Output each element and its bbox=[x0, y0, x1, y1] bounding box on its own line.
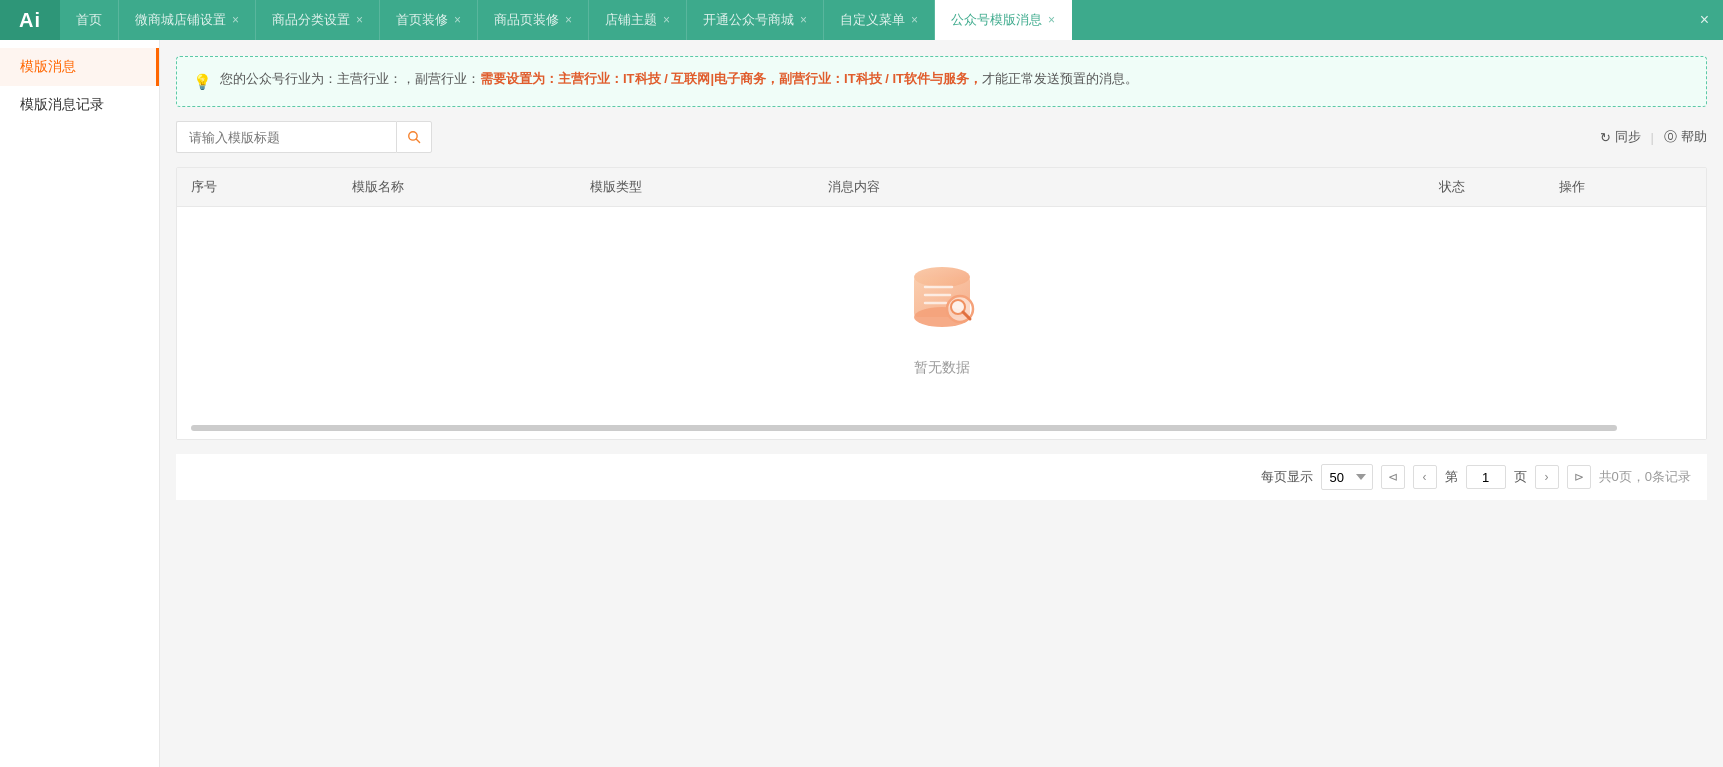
col-header-index: 序号 bbox=[177, 168, 338, 207]
svg-line-1 bbox=[416, 139, 420, 143]
page-suffix: 页 bbox=[1514, 468, 1527, 486]
col-header-name: 模版名称 bbox=[338, 168, 576, 207]
tab-close-template-msg[interactable]: × bbox=[1048, 13, 1055, 27]
sidebar: 模版消息模版消息记录 bbox=[0, 40, 160, 767]
notice-box: 💡 您的公众号行业为：主营行业：，副营行业：需要设置为：主营行业：IT科技 / … bbox=[176, 56, 1707, 107]
page-last-button[interactable]: ⊳ bbox=[1567, 465, 1591, 489]
table-header: 序号模版名称模版类型消息内容状态操作 bbox=[177, 168, 1706, 207]
scrollbar-area[interactable] bbox=[177, 417, 1706, 439]
tab-close-home-decoration[interactable]: × bbox=[454, 13, 461, 27]
fake-scrollbar[interactable] bbox=[191, 425, 1617, 431]
pagination-row: 每页显示 102050100 ⊲ ‹ 第 页 › ⊳ 共0页，0条记录 bbox=[176, 454, 1707, 500]
sync-icon: ↻ bbox=[1600, 130, 1611, 145]
notice-text-before: 您的公众号行业为：主营行业：，副营行业： bbox=[220, 71, 480, 86]
col-header-status: 状态 bbox=[1425, 168, 1545, 207]
sync-label: 同步 bbox=[1615, 128, 1641, 146]
sidebar-item-template-message-record[interactable]: 模版消息记录 bbox=[0, 86, 159, 124]
tab-home[interactable]: 首页 bbox=[60, 0, 119, 40]
tab-custom-menu[interactable]: 自定义菜单× bbox=[824, 0, 935, 40]
page-input[interactable] bbox=[1466, 465, 1506, 489]
tab-open-mall[interactable]: 开通公众号商城× bbox=[687, 0, 824, 40]
per-page-label: 每页显示 bbox=[1261, 468, 1313, 486]
main-layout: 模版消息模版消息记录 💡 您的公众号行业为：主营行业：，副营行业：需要设置为：主… bbox=[0, 40, 1723, 767]
tab-store-theme[interactable]: 店铺主题× bbox=[589, 0, 687, 40]
tab-close-open-mall[interactable]: × bbox=[800, 13, 807, 27]
toolbar-divider: | bbox=[1651, 130, 1654, 145]
close-all-button[interactable]: × bbox=[1686, 0, 1723, 40]
col-header-type: 模版类型 bbox=[576, 168, 814, 207]
page-next-button[interactable]: › bbox=[1535, 465, 1559, 489]
tab-product-decoration[interactable]: 商品页装修× bbox=[478, 0, 589, 40]
search-input[interactable] bbox=[176, 121, 396, 153]
sidebar-item-template-message[interactable]: 模版消息 bbox=[0, 48, 159, 86]
tab-bar: Ai 首页微商城店铺设置×商品分类设置×首页装修×商品页装修×店铺主题×开通公众… bbox=[0, 0, 1723, 40]
help-button[interactable]: ⓪ 帮助 bbox=[1664, 128, 1707, 146]
tab-shop-settings[interactable]: 微商城店铺设置× bbox=[119, 0, 256, 40]
toolbar-right: ↻ 同步 | ⓪ 帮助 bbox=[1600, 128, 1707, 146]
help-icon: ⓪ bbox=[1664, 128, 1677, 146]
sync-button[interactable]: ↻ 同步 bbox=[1600, 128, 1641, 146]
per-page-select[interactable]: 102050100 bbox=[1321, 464, 1373, 490]
tab-close-shop-settings[interactable]: × bbox=[232, 13, 239, 27]
notice-text-after: 才能正常发送预置的消息。 bbox=[982, 71, 1138, 86]
page-prev-button[interactable]: ‹ bbox=[1413, 465, 1437, 489]
empty-icon bbox=[892, 247, 992, 347]
tab-close-custom-menu[interactable]: × bbox=[911, 13, 918, 27]
empty-text: 暂无数据 bbox=[914, 359, 970, 377]
tab-category-settings[interactable]: 商品分类设置× bbox=[256, 0, 380, 40]
search-button[interactable] bbox=[396, 121, 432, 153]
tab-close-product-decoration[interactable]: × bbox=[565, 13, 572, 27]
tab-template-msg[interactable]: 公众号模版消息× bbox=[935, 0, 1072, 40]
empty-state: 暂无数据 bbox=[177, 207, 1706, 417]
tab-home-decoration[interactable]: 首页装修× bbox=[380, 0, 478, 40]
notice-highlight-text: 需要设置为：主营行业：IT科技 / 互联网|电子商务，副营行业：IT科技 / I… bbox=[480, 71, 982, 86]
search-group bbox=[176, 121, 432, 153]
search-icon bbox=[407, 130, 421, 144]
per-page-select-wrap: 102050100 bbox=[1321, 464, 1373, 490]
tab-close-category-settings[interactable]: × bbox=[356, 13, 363, 27]
page-first-button[interactable]: ⊲ bbox=[1381, 465, 1405, 489]
notice-text: 您的公众号行业为：主营行业：，副营行业：需要设置为：主营行业：IT科技 / 互联… bbox=[220, 69, 1138, 90]
col-header-action: 操作 bbox=[1545, 168, 1706, 207]
tab-close-store-theme[interactable]: × bbox=[663, 13, 670, 27]
pagination-summary: 共0页，0条记录 bbox=[1599, 468, 1691, 486]
table-container: 序号模版名称模版类型消息内容状态操作 bbox=[176, 167, 1707, 440]
toolbar-row: ↻ 同步 | ⓪ 帮助 bbox=[176, 121, 1707, 153]
app-logo: Ai bbox=[0, 0, 60, 40]
data-table: 序号模版名称模版类型消息内容状态操作 bbox=[177, 168, 1706, 207]
help-label: 帮助 bbox=[1681, 128, 1707, 146]
page-prefix: 第 bbox=[1445, 468, 1458, 486]
notice-icon: 💡 bbox=[193, 70, 212, 94]
col-header-content: 消息内容 bbox=[814, 168, 1426, 207]
content-area: 💡 您的公众号行业为：主营行业：，副营行业：需要设置为：主营行业：IT科技 / … bbox=[160, 40, 1723, 767]
